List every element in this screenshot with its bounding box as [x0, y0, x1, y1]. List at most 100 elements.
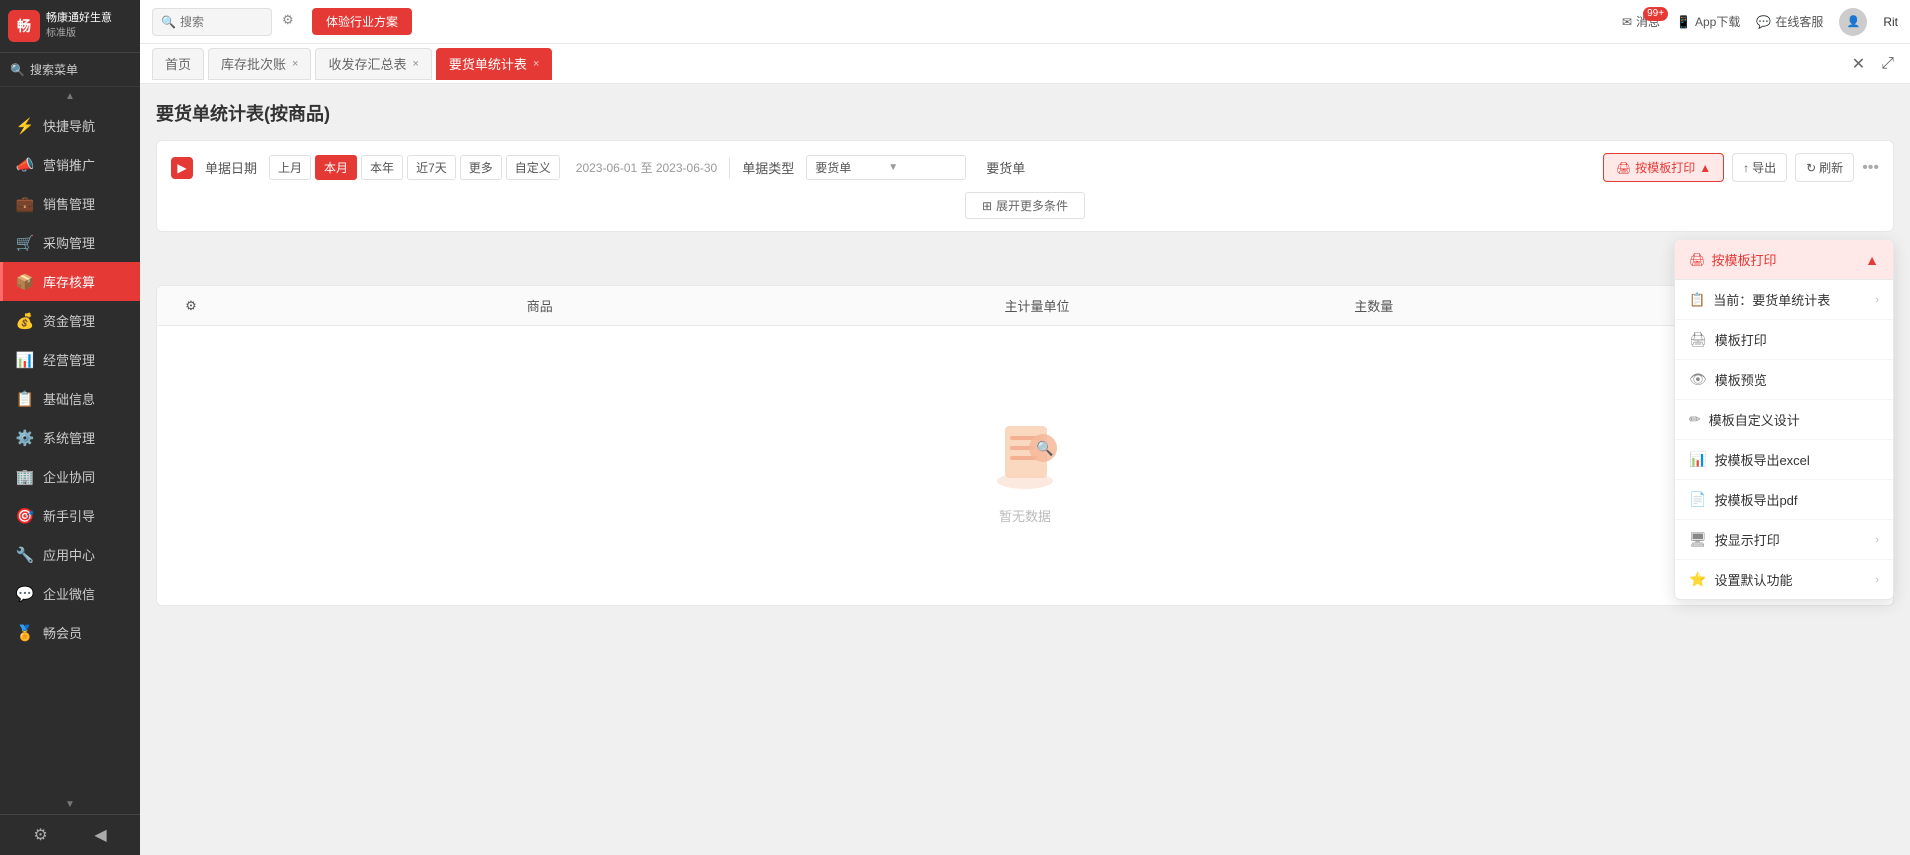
more-options-btn[interactable]: ••• [1862, 159, 1879, 177]
dropdown-display-print[interactable]: 🖥 按显示打印 › [1675, 520, 1893, 560]
app-download-btn[interactable]: 📱 App下载 [1676, 13, 1740, 30]
page-title: 要货单统计表(按商品) [156, 100, 1894, 126]
nav-icon-inventory: 📦 [15, 273, 35, 291]
display-print-arrow: › [1875, 534, 1879, 546]
search-input[interactable] [180, 15, 260, 29]
table-header: ⚙ 商品 主计量单位 主数量 零售金额 [157, 286, 1893, 326]
dropdown-template-print[interactable]: 🖨 模板打印 [1675, 320, 1893, 360]
template-preview-icon: 👁 [1689, 371, 1707, 388]
dropdown-template-preview[interactable]: 👁 模板预览 [1675, 360, 1893, 400]
date-option-more[interactable]: 更多 [460, 155, 502, 180]
customer-service-btn[interactable]: 💬 在线客服 [1756, 13, 1823, 30]
sidebar-item-system[interactable]: ⚙️ 系统管理 [0, 418, 140, 457]
sidebar-item-basic[interactable]: 📋 基础信息 [0, 379, 140, 418]
logo-text: 畅康通好生意 标准版 [46, 11, 112, 40]
toolbar-right: 🖨 按模板打印 ▲ ↑ 导出 ↻ 刷新 ••• [1603, 153, 1879, 182]
settings-icon[interactable]: ⚙ [33, 825, 47, 845]
empty-text: 暂无数据 [999, 506, 1051, 525]
order-filter-label: 要货单 [986, 158, 1025, 177]
nav-label-sales: 销售管理 [43, 194, 95, 213]
sidebar-item-finance[interactable]: 💰 资金管理 [0, 301, 140, 340]
th-unit: 主计量单位 [869, 296, 1206, 315]
dropdown-default-func[interactable]: ⭐ 设置默认功能 › [1675, 560, 1893, 599]
print-icon: 🖨 [1616, 161, 1631, 175]
nav-icon-newcomer: 🎯 [15, 507, 35, 525]
order-type-select[interactable]: 要货单 ▼ [806, 155, 966, 180]
message-btn[interactable]: ✉ 消息 99+ [1622, 13, 1660, 30]
sidebar-item-sales[interactable]: 💼 销售管理 [0, 184, 140, 223]
sidebar-item-operation[interactable]: 📊 经营管理 [0, 340, 140, 379]
tabs-container: 首页库存批次账×收发存汇总表× 要货单统计表 × [152, 48, 552, 80]
sidebar-item-purchase[interactable]: 🛒 采购管理 [0, 223, 140, 262]
tab-close-inventory-batch[interactable]: × [292, 58, 298, 70]
sidebar-item-marketing[interactable]: 📣 营销推广 [0, 145, 140, 184]
sidebar: 畅 畅康通好生意 标准版 🔍 搜索菜单 ▲ ⚡ 快捷导航 📣 营销推广 💼 销售… [0, 0, 140, 855]
nav-icon-marketing: 📣 [15, 156, 35, 174]
nav-icon-quick-nav: ⚡ [15, 117, 35, 135]
nav-label-enterprise: 企业协同 [43, 467, 95, 486]
template-print-icon: 🖨 [1689, 331, 1707, 348]
username-label: Rit [1883, 15, 1898, 29]
tab-inventory-batch[interactable]: 库存批次账× [208, 48, 311, 80]
tab-receipt-summary[interactable]: 收发存汇总表× [315, 48, 431, 80]
sidebar-item-wechat[interactable]: 💬 企业微信 [0, 574, 140, 613]
nav-icon-operation: 📊 [15, 351, 35, 369]
refresh-btn[interactable]: ↻ 刷新 [1795, 153, 1854, 182]
tabs-bar-actions: ✕ ⤢ [1848, 50, 1898, 78]
topbar-settings-icon[interactable]: ⚙ [282, 12, 302, 32]
sidebar-search[interactable]: 🔍 搜索菜单 [0, 53, 140, 87]
sidebar-scroll-up[interactable]: ▲ [0, 87, 140, 106]
dropdown-template-custom[interactable]: ✏ 模板自定义设计 [1675, 400, 1893, 440]
nav-icon-wechat: 💬 [15, 585, 35, 603]
tab-order-stat[interactable]: 要货单统计表 × [436, 48, 552, 80]
avatar[interactable]: 👤 [1839, 8, 1867, 36]
template-pdf-icon: 📄 [1689, 491, 1706, 508]
experience-btn[interactable]: 体验行业方案 [312, 8, 412, 35]
tab-home[interactable]: 首页 [152, 48, 204, 80]
sidebar-scroll-down[interactable]: ▼ [0, 795, 140, 814]
maximize-btn[interactable]: ⤢ [1877, 51, 1898, 77]
nav-icon-member: 🏅 [15, 624, 35, 642]
dropdown-template-export-excel[interactable]: 📊 按模板导出excel [1675, 440, 1893, 480]
nav-label-quick-nav: 快捷导航 [43, 116, 95, 135]
tab-close-order-stat[interactable]: × [533, 58, 539, 70]
nav-label-basic: 基础信息 [43, 389, 95, 408]
tab-close-receipt-summary[interactable]: × [412, 58, 418, 70]
print-dropdown-menu: 🖨 按模板打印 ▲ 📋 当前：要货单统计表 › 🖨 模板打印 [1674, 239, 1894, 600]
date-option-last-month[interactable]: 上月 [269, 155, 311, 180]
expand-more-btn[interactable]: ⊞ 展开更多条件 [965, 192, 1085, 219]
print-template-btn[interactable]: 🖨 按模板打印 ▲ [1603, 153, 1724, 182]
nav-icon-purchase: 🛒 [15, 234, 35, 252]
filter-expand-btn[interactable]: ▶ [171, 157, 193, 179]
sidebar-item-enterprise[interactable]: 🏢 企业协同 [0, 457, 140, 496]
th-quantity: 主数量 [1205, 296, 1542, 315]
select-arrow-icon: ▼ [888, 162, 957, 173]
date-option-current-month[interactable]: 本月 [315, 155, 357, 180]
date-filter-label: 单据日期 [205, 158, 257, 177]
tab-label-order-stat: 要货单统计表 [449, 54, 527, 73]
date-options: 上月本月本年近7天更多自定义 [269, 155, 560, 180]
sidebar-item-inventory[interactable]: 📦 库存核算 [0, 262, 140, 301]
nav-label-finance: 资金管理 [43, 311, 95, 330]
date-option-custom[interactable]: 自定义 [506, 155, 560, 180]
refresh-icon: ↻ [1806, 161, 1816, 175]
export-btn[interactable]: ↑ 导出 [1732, 153, 1787, 182]
sidebar-item-appstore[interactable]: 🔧 应用中心 [0, 535, 140, 574]
nav-label-wechat: 企业微信 [43, 584, 95, 603]
dropdown-template-export-pdf[interactable]: 📄 按模板导出pdf [1675, 480, 1893, 520]
sidebar-item-member[interactable]: 🏅 畅会员 [0, 613, 140, 652]
topbar-search-box[interactable]: 🔍 [152, 8, 272, 36]
collapse-icon[interactable]: ◀ [94, 825, 106, 845]
dropdown-close-btn[interactable]: ▲ [1865, 252, 1879, 268]
nav-label-operation: 经营管理 [43, 350, 95, 369]
nav-icon-enterprise: 🏢 [15, 468, 35, 486]
sidebar-item-newcomer[interactable]: 🎯 新手引导 [0, 496, 140, 535]
nav-icon-basic: 📋 [15, 390, 35, 408]
date-option-current-year[interactable]: 本年 [361, 155, 403, 180]
close-tab-btn[interactable]: ✕ [1848, 50, 1869, 78]
dropdown-current-item[interactable]: 📋 当前：要货单统计表 › [1675, 280, 1893, 320]
date-option-last-7days[interactable]: 近7天 [407, 155, 456, 180]
export-icon: ↑ [1743, 161, 1749, 175]
sidebar-item-quick-nav[interactable]: ⚡ 快捷导航 [0, 106, 140, 145]
current-template-icon: 📋 [1689, 292, 1705, 308]
